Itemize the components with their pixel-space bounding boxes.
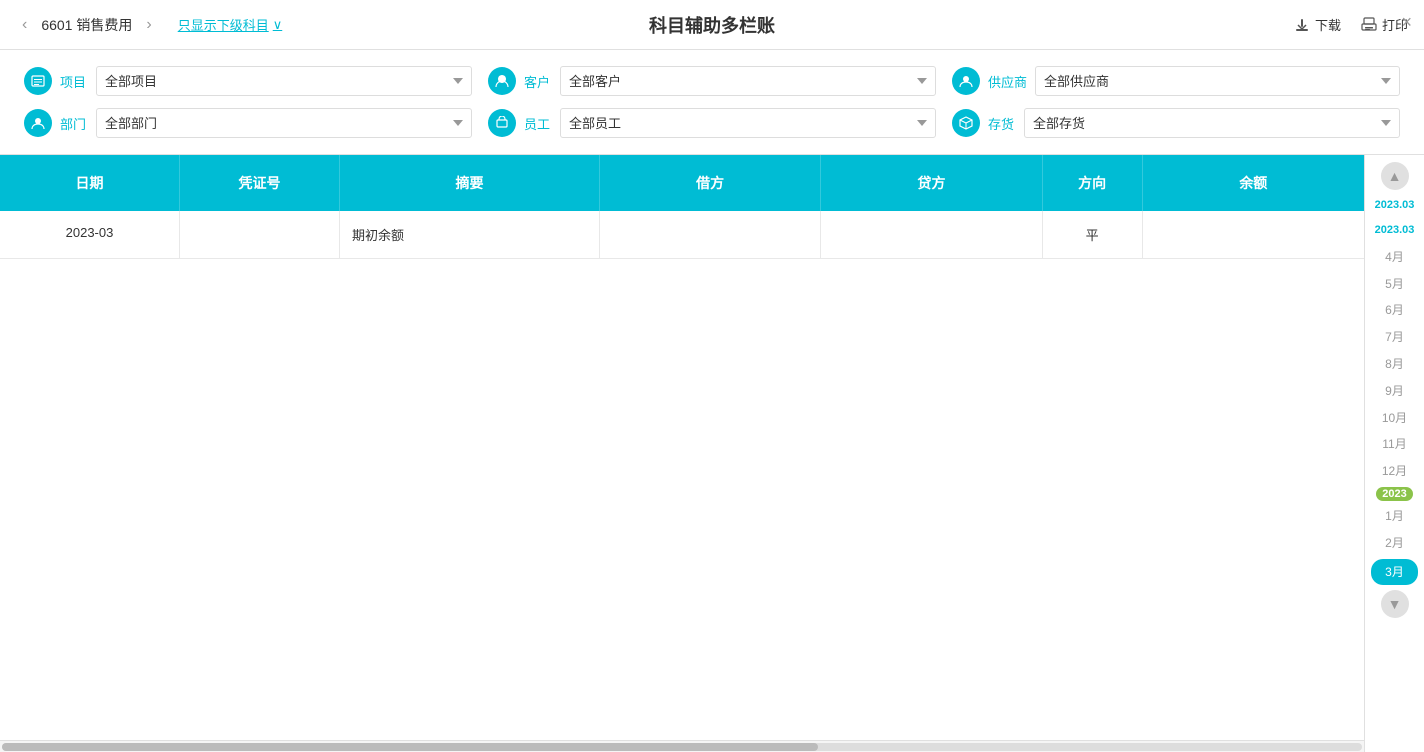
employee-label: 员工 bbox=[524, 114, 552, 133]
download-label: 下载 bbox=[1315, 15, 1341, 34]
page-title: 科目辅助多栏账 bbox=[649, 12, 775, 38]
employee-filter: 员工 全部员工 bbox=[480, 102, 944, 144]
cell-credit bbox=[821, 211, 1042, 258]
project-label: 项目 bbox=[60, 72, 88, 91]
col-balance: 余额 bbox=[1143, 155, 1364, 211]
scrollbar-track bbox=[2, 743, 1362, 751]
timeline-item-9[interactable]: 9月 bbox=[1365, 378, 1424, 405]
timeline-up-button[interactable]: ▲ bbox=[1381, 162, 1409, 190]
inventory-label: 存货 bbox=[988, 114, 1016, 133]
chevron-up-icon: ▲ bbox=[1388, 168, 1402, 184]
employee-select[interactable]: 全部员工 bbox=[560, 108, 936, 138]
timeline-sidebar: ▲ 2023.03 2023.03 4月 5月 6月 7月 8月 9月 10月 … bbox=[1364, 155, 1424, 752]
main-content: 日期 凭证号 摘要 借方 贷方 方向 余额 2023-03 期初余额 平 bbox=[0, 155, 1424, 752]
inventory-select[interactable]: 全部存货 bbox=[1024, 108, 1400, 138]
timeline-item-7[interactable]: 7月 bbox=[1365, 324, 1424, 351]
timeline-item-2023-03-end[interactable]: 2023.03 bbox=[1365, 218, 1424, 243]
cell-balance bbox=[1143, 211, 1364, 258]
title-bar: ‹ 6601 销售费用 › 只显示下级科目 ∨ 科目辅助多栏账 下载 bbox=[0, 0, 1424, 50]
table-body: 2023-03 期初余额 平 bbox=[0, 211, 1364, 740]
project-icon bbox=[24, 67, 52, 95]
supplier-select[interactable]: 全部供应商 bbox=[1035, 66, 1400, 96]
customer-icon bbox=[488, 67, 516, 95]
year-badge-2023[interactable]: 2023 bbox=[1376, 487, 1412, 501]
timeline-item-2[interactable]: 2月 bbox=[1365, 530, 1424, 557]
nav-prev-button[interactable]: ‹ bbox=[16, 14, 33, 36]
cell-debit bbox=[600, 211, 821, 258]
col-voucher: 凭证号 bbox=[180, 155, 340, 211]
close-button[interactable]: × bbox=[1401, 12, 1412, 33]
department-icon bbox=[24, 109, 52, 137]
horizontal-scrollbar[interactable] bbox=[0, 740, 1364, 752]
title-right: 下载 打印 bbox=[1294, 15, 1408, 34]
timeline-item-5[interactable]: 5月 bbox=[1365, 271, 1424, 298]
table-header: 日期 凭证号 摘要 借方 贷方 方向 余额 bbox=[0, 155, 1364, 211]
customer-filter: 客户 全部客户 bbox=[480, 60, 944, 102]
main-window: ‹ 6601 销售费用 › 只显示下级科目 ∨ 科目辅助多栏账 下载 bbox=[0, 0, 1424, 752]
timeline-item-1[interactable]: 1月 bbox=[1365, 503, 1424, 530]
table-row: 2023-03 期初余额 平 bbox=[0, 211, 1364, 259]
timeline-item-8[interactable]: 8月 bbox=[1365, 351, 1424, 378]
cell-summary: 期初余额 bbox=[340, 211, 600, 258]
project-filter: 项目 全部项目 bbox=[16, 60, 480, 102]
col-date: 日期 bbox=[0, 155, 180, 211]
customer-select[interactable]: 全部客户 bbox=[560, 66, 936, 96]
title-left: ‹ 6601 销售费用 › 只显示下级科目 ∨ bbox=[16, 14, 282, 36]
cell-voucher bbox=[180, 211, 340, 258]
nav-next-button[interactable]: › bbox=[140, 14, 157, 36]
timeline-item-11[interactable]: 11月 bbox=[1365, 431, 1424, 458]
table-area: 日期 凭证号 摘要 借方 贷方 方向 余额 2023-03 期初余额 平 bbox=[0, 155, 1364, 752]
supplier-filter: 供应商 全部供应商 bbox=[944, 60, 1408, 102]
inventory-filter: 存货 全部存货 bbox=[944, 102, 1408, 144]
show-sub-button[interactable]: 只显示下级科目 ∨ bbox=[178, 15, 283, 34]
chevron-down-icon: ▼ bbox=[1388, 596, 1402, 612]
timeline-item-4[interactable]: 4月 bbox=[1365, 244, 1424, 271]
customer-label: 客户 bbox=[524, 72, 552, 91]
show-sub-label: 只显示下级科目 bbox=[178, 15, 269, 34]
employee-icon bbox=[488, 109, 516, 137]
col-debit: 借方 bbox=[600, 155, 821, 211]
cell-direction: 平 bbox=[1043, 211, 1143, 258]
col-credit: 贷方 bbox=[821, 155, 1042, 211]
timeline-item-10[interactable]: 10月 bbox=[1365, 405, 1424, 432]
account-code: 6601 销售费用 bbox=[41, 15, 132, 35]
timeline-item-12[interactable]: 12月 bbox=[1365, 458, 1424, 485]
department-label: 部门 bbox=[60, 114, 88, 133]
timeline-down-button[interactable]: ▼ bbox=[1381, 590, 1409, 618]
col-summary: 摘要 bbox=[340, 155, 600, 211]
download-button[interactable]: 下载 bbox=[1294, 15, 1341, 34]
supplier-label: 供应商 bbox=[988, 72, 1027, 91]
timeline-item-3-active[interactable]: 3月 bbox=[1371, 559, 1418, 586]
inventory-icon bbox=[952, 109, 980, 137]
filters-panel: 项目 全部项目 客户 全部客户 bbox=[0, 50, 1424, 155]
department-filter: 部门 全部部门 bbox=[16, 102, 480, 144]
cell-date: 2023-03 bbox=[0, 211, 180, 258]
supplier-icon bbox=[952, 67, 980, 95]
project-select[interactable]: 全部项目 bbox=[96, 66, 472, 96]
col-direction: 方向 bbox=[1043, 155, 1143, 211]
timeline-item-6[interactable]: 6月 bbox=[1365, 297, 1424, 324]
department-select[interactable]: 全部部门 bbox=[96, 108, 472, 138]
scrollbar-thumb[interactable] bbox=[2, 743, 818, 751]
print-icon bbox=[1361, 17, 1377, 33]
chevron-down-icon: ∨ bbox=[273, 17, 283, 33]
timeline-item-2023-03-start[interactable]: 2023.03 bbox=[1365, 193, 1424, 218]
download-icon bbox=[1294, 17, 1310, 33]
